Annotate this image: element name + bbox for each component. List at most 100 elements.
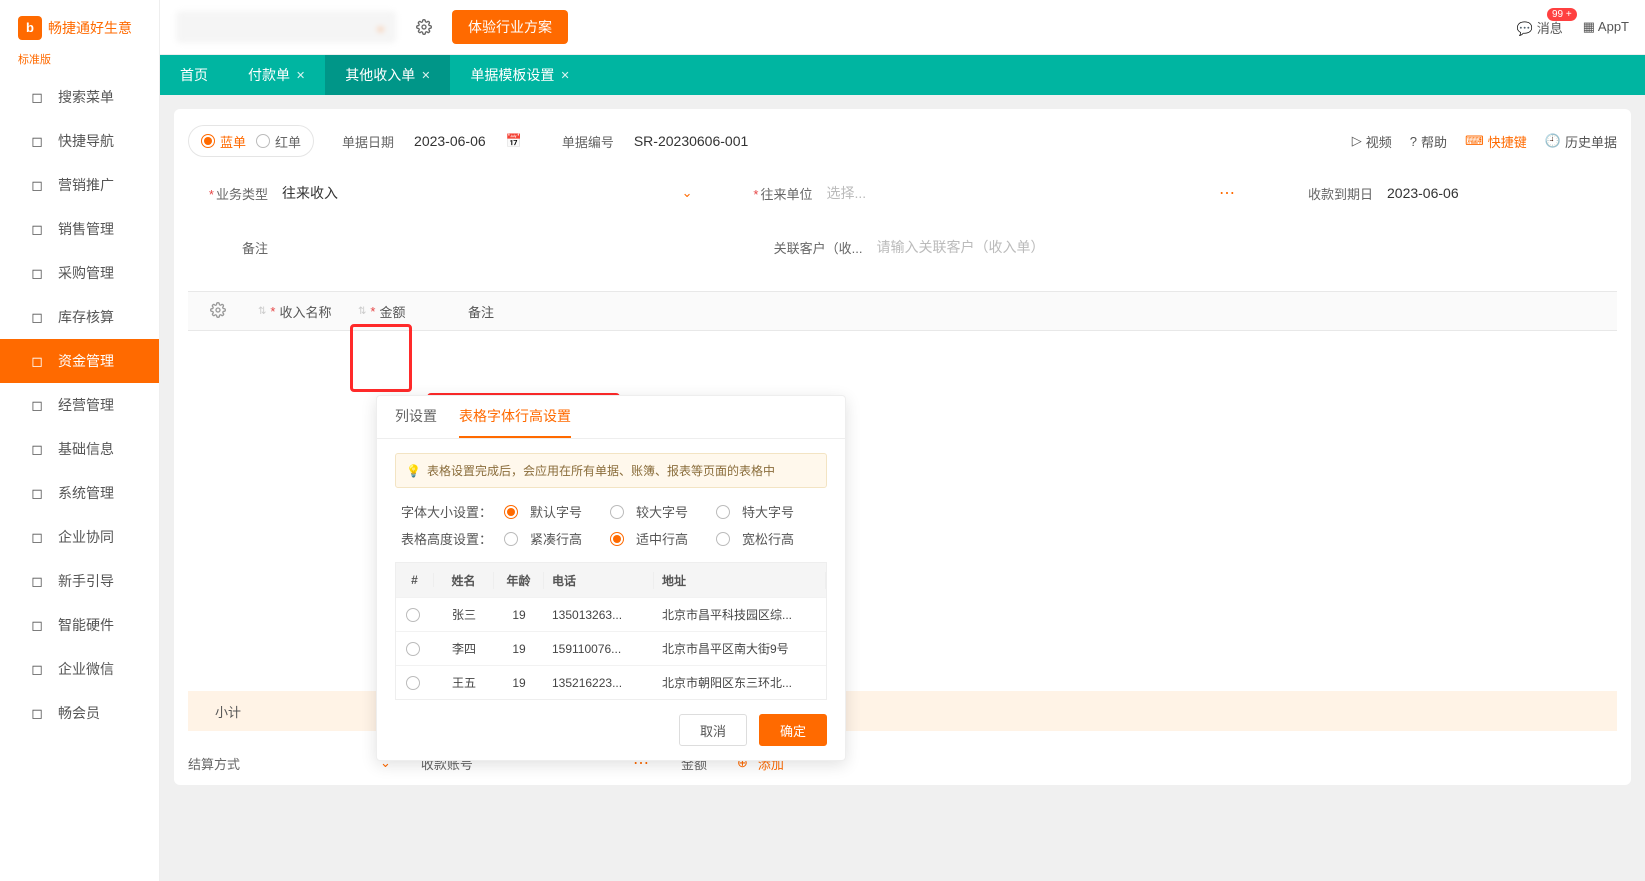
radio-red[interactable]: 红单 bbox=[256, 132, 301, 151]
row-radio[interactable] bbox=[406, 676, 420, 690]
cancel-button[interactable]: 取消 bbox=[679, 714, 747, 746]
try-industry-button[interactable]: 体验行业方案 bbox=[452, 10, 568, 44]
calendar-icon[interactable]: 📅 bbox=[506, 133, 522, 149]
video-link[interactable]: ▷视频 bbox=[1352, 132, 1392, 151]
sidebar-item-13[interactable]: ◻企业微信 bbox=[0, 647, 159, 691]
sidebar-item-4[interactable]: ◻ 采购管理 bbox=[0, 251, 159, 295]
popup-tab-columns[interactable]: 列设置 bbox=[395, 406, 437, 438]
sidebar-item-7[interactable]: ◻ 经营管理 bbox=[0, 383, 159, 427]
close-icon[interactable]: ✕ bbox=[296, 69, 305, 82]
bulb-icon: 💡 bbox=[406, 464, 421, 478]
org-selector[interactable]: ⌄ bbox=[176, 11, 396, 43]
preview-row: 李四19159110076...北京市昌平区南大街9号 bbox=[396, 631, 826, 665]
table-settings-popup: 列设置 表格字体行高设置 💡 表格设置完成后，会应用在所有单据、账簿、报表等页面… bbox=[376, 395, 846, 761]
radio-font-default[interactable] bbox=[504, 505, 518, 519]
popup-tab-font-height[interactable]: 表格字体行高设置 bbox=[459, 406, 571, 438]
sidebar-item-label: 营销推广 bbox=[58, 175, 114, 195]
preview-row: 王五19135216223...北京市朝阳区东三环北... bbox=[396, 665, 826, 699]
vip-icon: ◻ bbox=[28, 704, 46, 722]
radio-height-compact[interactable] bbox=[504, 532, 518, 546]
tab-0[interactable]: 首页 bbox=[160, 55, 228, 95]
sidebar-item-label: 智能硬件 bbox=[58, 615, 114, 635]
due-date-label: 收款到期日 bbox=[1297, 184, 1373, 203]
wechat-icon: ◻ bbox=[28, 660, 46, 678]
tab-1[interactable]: 付款单✕ bbox=[228, 55, 325, 95]
biz-type-select[interactable]: 往来收入 bbox=[282, 179, 668, 208]
settle-method-label: 结算方式 bbox=[188, 754, 240, 773]
tab-label: 首页 bbox=[180, 65, 208, 85]
sidebar-item-12[interactable]: ◻ 智能硬件 bbox=[0, 603, 159, 647]
radio-height-medium[interactable] bbox=[610, 532, 624, 546]
sidebar-item-1[interactable]: ◻快捷导航 bbox=[0, 119, 159, 163]
radio-blue[interactable]: 蓝单 bbox=[201, 132, 246, 151]
doc-type-radio-group: 蓝单 红单 bbox=[188, 125, 314, 157]
confirm-button[interactable]: 确定 bbox=[759, 714, 827, 746]
due-date-value[interactable]: 2023-06-06 bbox=[1387, 185, 1459, 201]
sidebar-item-6[interactable]: ◻资金管理 bbox=[0, 339, 159, 383]
sidebar-item-11[interactable]: ◻新手引导 bbox=[0, 559, 159, 603]
sidebar-item-3[interactable]: ◻销售管理 bbox=[0, 207, 159, 251]
tabs-bar: 首页付款单✕其他收入单✕ 单据模板设置 ✕ bbox=[160, 55, 1645, 95]
sidebar-item-10[interactable]: ◻企业协同 bbox=[0, 515, 159, 559]
sidebar-item-label: 企业协同 bbox=[58, 527, 114, 547]
font-size-setting: 字体大小设置： 默认字号 较大字号 特大字号 bbox=[377, 498, 845, 525]
sidebar-item-label: 快捷导航 bbox=[58, 131, 114, 151]
sort-icon[interactable]: ⇅ bbox=[358, 306, 366, 317]
play-icon: ◻ bbox=[28, 572, 46, 590]
warehouse-icon: ◻ bbox=[28, 308, 46, 326]
clipboard-icon: ◻ bbox=[28, 396, 46, 414]
doc-no-label: 单据编号 bbox=[554, 132, 614, 151]
close-icon[interactable]: ✕ bbox=[560, 69, 569, 82]
history-icon: 🕘 bbox=[1545, 133, 1561, 149]
messages-link[interactable]: 💬 消息 99 + bbox=[1517, 18, 1563, 37]
list-icon: ◻ bbox=[28, 440, 46, 458]
assoc-input[interactable]: 请输入关联客户（收入单） bbox=[877, 233, 1238, 262]
sidebar-item-9[interactable]: ◻系统管理 bbox=[0, 471, 159, 515]
logo-icon: b bbox=[18, 16, 42, 40]
radio-font-xlarge[interactable] bbox=[716, 505, 730, 519]
sidebar-item-5[interactable]: ◻ 库存核算 bbox=[0, 295, 159, 339]
sidebar-item-label: 采购管理 bbox=[58, 263, 114, 283]
sidebar-item-0[interactable]: ◻搜索菜单 bbox=[0, 75, 159, 119]
remark-input[interactable] bbox=[282, 243, 693, 252]
ring-icon: ◻ bbox=[28, 220, 46, 238]
doc-no-value: SR-20230606-001 bbox=[634, 133, 748, 149]
sidebar-item-label: 畅会员 bbox=[58, 703, 100, 723]
more-dots-icon[interactable]: ⋯ bbox=[1219, 183, 1237, 203]
row-radio[interactable] bbox=[406, 608, 420, 622]
sidebar-item-8[interactable]: ◻基础信息 bbox=[0, 427, 159, 471]
topbar: ⌄ 体验行业方案 💬 消息 99 + ▦ AppT bbox=[160, 0, 1645, 55]
table-settings-icon[interactable] bbox=[210, 302, 226, 321]
close-icon[interactable]: ✕ bbox=[421, 69, 430, 82]
sidebar-item-14[interactable]: ◻ 畅会员 bbox=[0, 691, 159, 735]
doc-date-label: 单据日期 bbox=[334, 132, 394, 151]
history-link[interactable]: 🕘历史单据 bbox=[1545, 132, 1617, 151]
app-link[interactable]: ▦ AppT bbox=[1583, 19, 1629, 35]
tab-2[interactable]: 其他收入单✕ bbox=[325, 55, 450, 95]
chevron-down-icon: ⌄ bbox=[682, 185, 693, 201]
preview-row: 张三19135013263...北京市昌平科技园区综... bbox=[396, 597, 826, 631]
settings-icon[interactable] bbox=[408, 11, 440, 43]
row-height-setting: 表格高度设置： 紧凑行高 适中行高 宽松行高 bbox=[377, 525, 845, 552]
message-count-badge: 99 + bbox=[1547, 8, 1577, 21]
help-link[interactable]: ?帮助 bbox=[1410, 132, 1447, 151]
tab-3[interactable]: 单据模板设置 ✕ bbox=[450, 55, 589, 95]
brand-name: 畅捷通好生意 bbox=[48, 18, 132, 38]
shortcut-link[interactable]: ⌨快捷键 bbox=[1465, 132, 1527, 151]
row-radio[interactable] bbox=[406, 642, 420, 656]
sidebar-item-label: 经营管理 bbox=[58, 395, 114, 415]
tab-label: 单据模板设置 bbox=[470, 65, 554, 85]
radio-font-large[interactable] bbox=[610, 505, 624, 519]
logo: b 畅捷通好生意 bbox=[0, 0, 159, 55]
sidebar-item-label: 库存核算 bbox=[58, 307, 114, 327]
sidebar-item-2[interactable]: ◻ 营销推广 bbox=[0, 163, 159, 207]
search-icon: ◻ bbox=[28, 88, 46, 106]
sort-icon[interactable]: ⇅ bbox=[258, 306, 266, 317]
party-select[interactable]: 选择... bbox=[827, 179, 1206, 208]
gift-icon: ◻ bbox=[28, 176, 46, 194]
radio-height-loose[interactable] bbox=[716, 532, 730, 546]
grid-icon: ▦ bbox=[1583, 19, 1595, 34]
tv-icon: ◻ bbox=[28, 616, 46, 634]
bag-icon: ◻ bbox=[28, 264, 46, 282]
doc-date-value[interactable]: 2023-06-06 bbox=[414, 133, 486, 149]
